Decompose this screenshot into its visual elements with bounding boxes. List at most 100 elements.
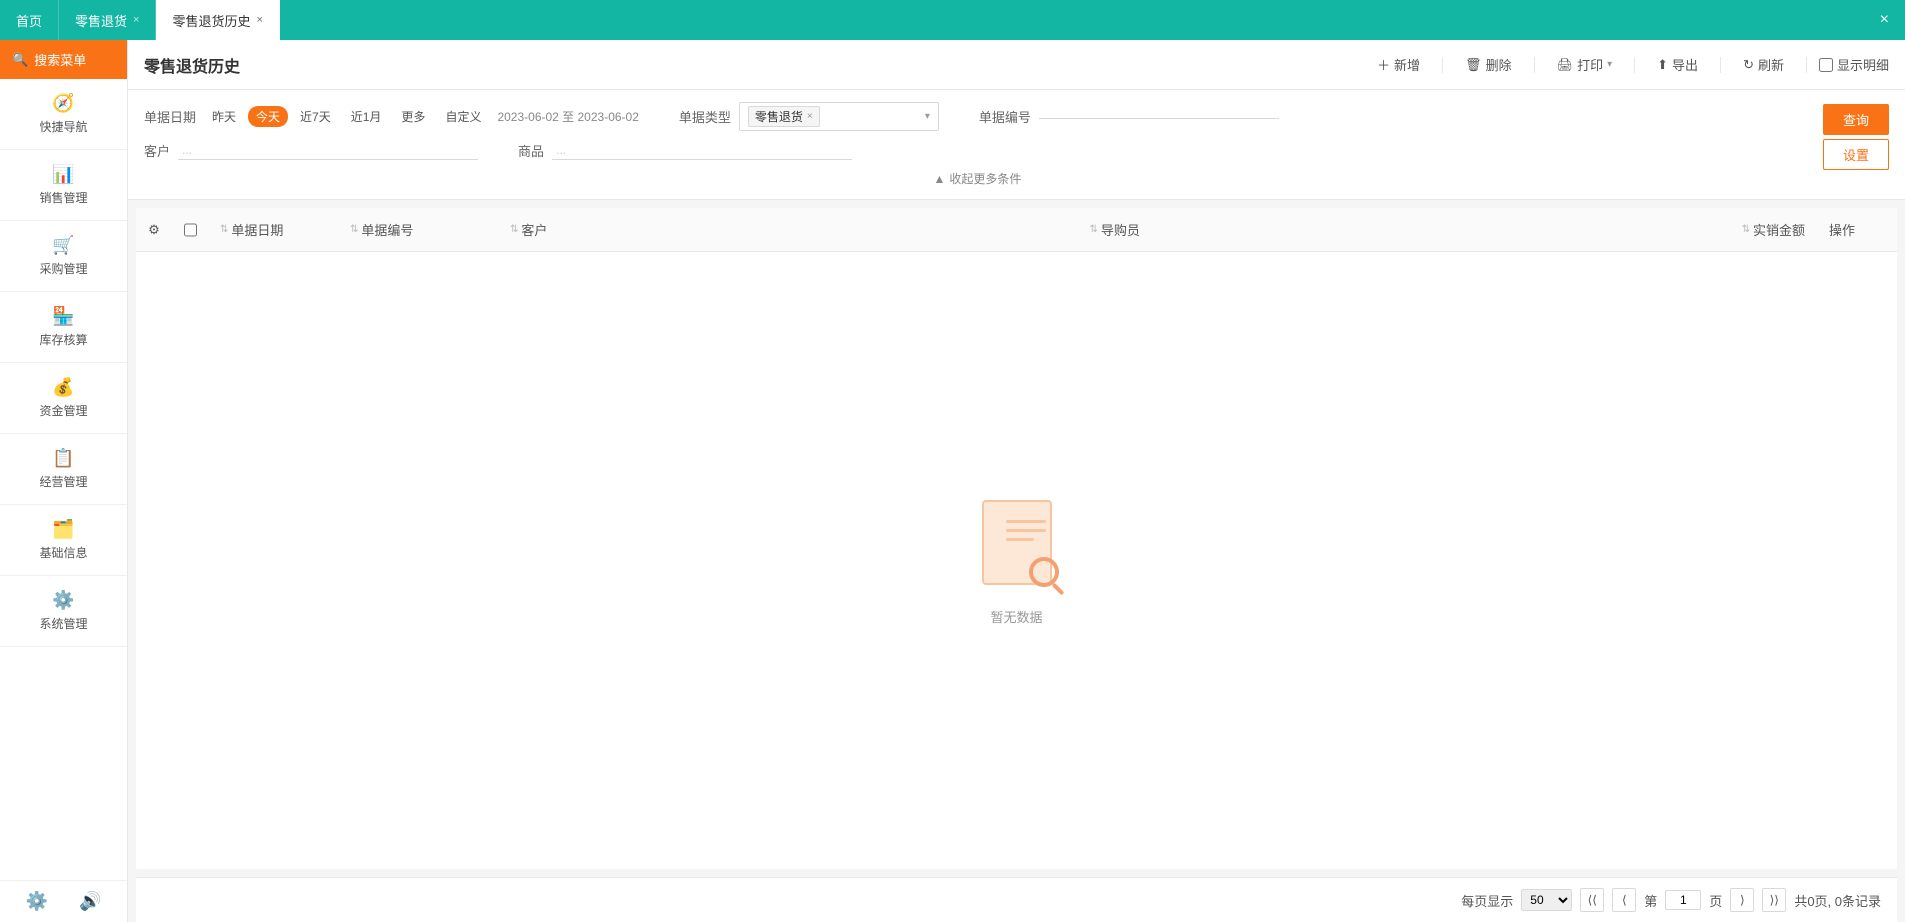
th-action: 操作 [1817,216,1897,243]
voucher-type-filter: 单据类型 零售退货 × ▾ [679,102,939,131]
search-icon: 🔍 [12,52,28,68]
refresh-button[interactable]: ↻ 刷新 [1733,50,1794,79]
th-customer: ⇅ 客户 [498,216,1078,243]
voucher-type-select[interactable]: 零售退货 × ▾ [739,102,939,131]
th-date-sort-icon[interactable]: ⇅ [220,224,228,235]
goods-input[interactable]: ... [552,141,852,160]
settings-bottom-icon[interactable]: ⚙️ [26,891,48,912]
sidebar-search-bar[interactable]: 🔍 搜索菜单 [0,40,127,79]
th-num-sort-icon[interactable]: ⇅ [350,224,358,235]
toolbar: ＋ 新增 🗑 删除 🖨 打印 ▾ ⬆ 导出 [1367,50,1889,79]
volume-icon[interactable]: 🔊 [79,891,101,912]
page-header: 零售退货历史 ＋ 新增 🗑 删除 🖨 打印 ▾ [128,40,1905,90]
tab-home-label: 首页 [16,11,42,30]
sidebar-item-finance[interactable]: 💰 资金管理 [0,363,127,434]
tab-return-history[interactable]: 零售退货历史 × [156,0,279,40]
delete-button[interactable]: 🗑 删除 [1455,50,1522,79]
date-filter-item: 单据日期 昨天 今天 近7天 近1月 更多 自定义 2023-06-02 至 2… [144,106,639,127]
page-first-button[interactable]: ⟨⟨ [1580,888,1604,912]
empty-state: 暂无数据 [136,252,1897,869]
page-next-button[interactable]: ⟩ [1730,888,1754,912]
page-number-input[interactable] [1665,890,1701,910]
tab-home[interactable]: 首页 [0,0,59,40]
main-content: 零售退货历史 ＋ 新增 🗑 删除 🖨 打印 ▾ [128,40,1905,922]
action-buttons: 查询 设置 [1823,104,1889,170]
sidebar-item-purchase[interactable]: 🛒 采购管理 [0,221,127,292]
th-customer-sort-icon[interactable]: ⇅ [510,224,518,235]
sidebar-item-sales-label: 销售管理 [39,189,87,206]
sidebar-item-quick-nav[interactable]: 🧭 快捷导航 [0,79,127,150]
divider-1 [1442,57,1443,73]
th-date: ⇅ 单据日期 [208,216,338,243]
voucher-type-tag-label: 零售退货 [755,108,803,125]
filter-row-1: 单据日期 昨天 今天 近7天 近1月 更多 自定义 2023-06-02 至 2… [144,102,1811,131]
print-icon: 🖨 [1557,57,1574,73]
sidebar-item-operations[interactable]: 📋 经营管理 [0,434,127,505]
goods-label: 商品 [518,141,544,160]
select-all-checkbox[interactable] [184,223,197,237]
table-settings-icon: ⚙ [148,222,160,238]
export-button[interactable]: ⬆ 导出 [1647,50,1708,79]
filter-settings-button[interactable]: 设置 [1823,139,1889,170]
th-num: ⇅ 单据编号 [338,216,498,243]
window-close-button[interactable]: × [1864,11,1905,29]
sidebar-item-operations-label: 经营管理 [39,473,87,490]
print-arrow-icon: ▾ [1607,59,1612,70]
quick-nav-icon: 🧭 [52,93,74,114]
sidebar-item-basic[interactable]: 🗂️ 基础信息 [0,505,127,576]
table-wrap: ⚙ ⇅ 单据日期 ⇅ 单据编号 ⇅ 客户 ⇅ [136,208,1897,869]
print-button[interactable]: 🖨 打印 ▾ [1547,50,1623,79]
tab-return-close[interactable]: × [133,14,139,26]
sidebar: 🔍 搜索菜单 🧭 快捷导航 📊 销售管理 🛒 采购管理 🏪 库存核算 💰 资金管… [0,40,128,922]
date-btn-1month[interactable]: 近1月 [343,106,390,127]
customer-label: 客户 [144,141,170,160]
per-page-label: 每页显示 [1461,891,1513,910]
purchase-icon: 🛒 [52,235,74,256]
date-btn-7days[interactable]: 近7天 [292,106,339,127]
collapse-button[interactable]: ▲ 收起更多条件 [934,170,1022,187]
divider-2 [1534,57,1535,73]
date-filter: 昨天 今天 近7天 近1月 更多 自定义 2023-06-02 至 2023-0… [204,106,639,127]
tab-return[interactable]: 零售退货 × [59,0,156,40]
collapse-arrow-icon: ▲ [934,172,946,186]
new-button[interactable]: ＋ 新增 [1367,50,1430,79]
page-title: 零售退货历史 [144,53,240,77]
th-date-label: 单据日期 [231,220,283,239]
empty-doc-lines [1006,520,1046,541]
th-guide-sort-icon[interactable]: ⇅ [1090,224,1098,235]
page-prev-button[interactable]: ⟨ [1612,888,1636,912]
query-button[interactable]: 查询 [1823,104,1889,135]
sidebar-item-sales[interactable]: 📊 销售管理 [0,150,127,221]
system-icon: ⚙️ [52,590,74,611]
customer-input[interactable]: ... [178,141,478,160]
divider-4 [1720,57,1721,73]
pagination: 每页显示 20 50 100 ⟨⟨ ⟨ 第 页 ⟩ ⟩⟩ 共0页, 0条记录 [136,877,1897,922]
date-btn-yesterday[interactable]: 昨天 [204,106,244,127]
tab-return-history-close[interactable]: × [256,14,262,26]
total-label: 共0页, 0条记录 [1794,891,1881,910]
delete-label: 删除 [1486,55,1512,74]
delete-icon: 🗑 [1465,57,1482,73]
sidebar-item-inventory-label: 库存核算 [39,331,87,348]
select-arrow-icon: ▾ [925,111,930,122]
th-checkbox[interactable] [172,219,208,241]
show-detail-checkbox[interactable] [1819,58,1833,72]
date-btn-today[interactable]: 今天 [248,106,288,127]
per-page-select[interactable]: 20 50 100 [1521,889,1572,911]
voucher-num-input[interactable] [1039,114,1279,119]
voucher-type-tag-remove[interactable]: × [807,111,813,122]
sidebar-item-system[interactable]: ⚙️ 系统管理 [0,576,127,647]
refresh-icon: ↻ [1743,57,1754,73]
print-label: 打印 [1577,55,1603,74]
empty-search-handle [1051,583,1064,596]
date-btn-more[interactable]: 更多 [393,106,433,127]
export-label: 导出 [1672,55,1698,74]
sidebar-item-finance-label: 资金管理 [39,402,87,419]
date-btn-custom[interactable]: 自定义 [437,106,489,127]
page-last-button[interactable]: ⟩⟩ [1762,888,1786,912]
sidebar-item-inventory[interactable]: 🏪 库存核算 [0,292,127,363]
th-settings[interactable]: ⚙ [136,218,172,242]
sales-icon: 📊 [52,164,74,185]
th-amount-sort-icon[interactable]: ⇅ [1742,224,1750,235]
new-icon: ＋ [1377,55,1390,74]
